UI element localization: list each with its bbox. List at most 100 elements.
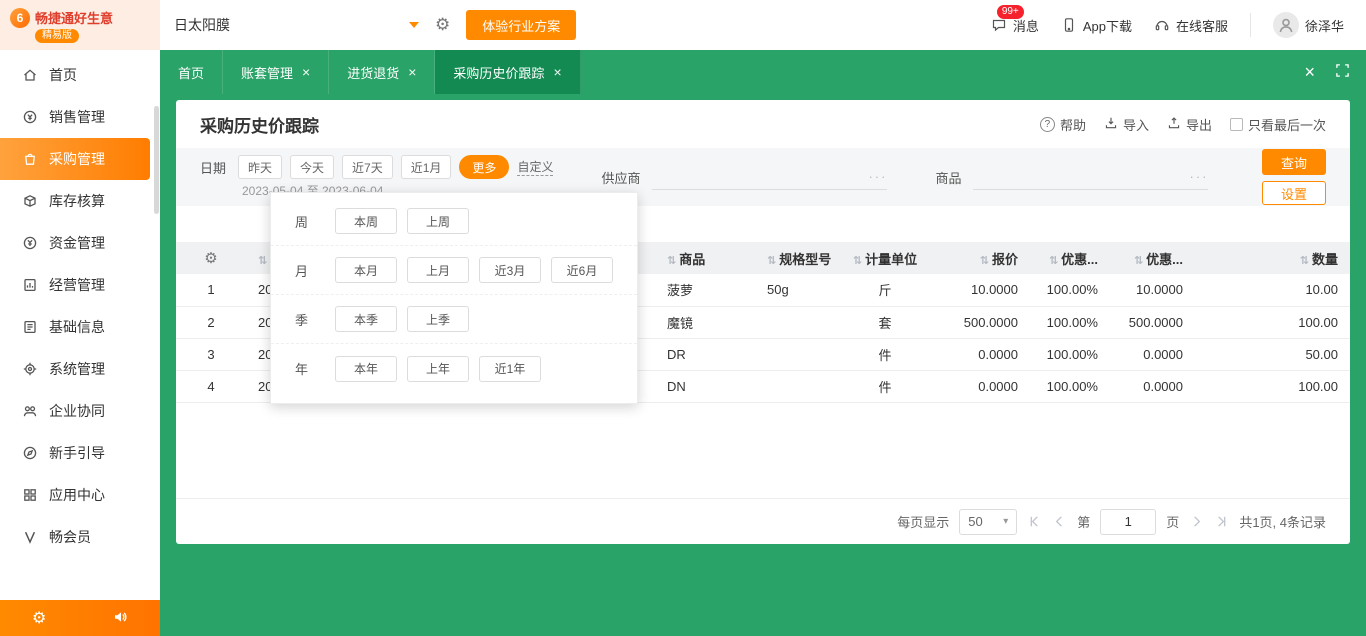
option-last-year[interactable]: 上年 <box>407 356 469 382</box>
ellipsis-icon[interactable]: ··· <box>868 169 887 184</box>
cell-unit: 斤 <box>835 274 935 306</box>
supplier-input[interactable]: ··· <box>652 164 887 190</box>
sidebar-item-funds[interactable]: 资金管理 <box>0 222 160 264</box>
ellipsis-icon[interactable]: ··· <box>1189 169 1208 184</box>
cell-discount-rate: 100.00% <box>1030 338 1110 370</box>
sort-icon[interactable]: ⇅ <box>258 255 267 267</box>
user-menu[interactable]: 徐泽华 <box>1273 12 1344 38</box>
edition-badge: 精易版 <box>35 29 79 43</box>
header-quantity[interactable]: 数量 <box>1312 252 1338 267</box>
date-custom-button[interactable]: 自定义 <box>517 158 553 176</box>
per-page-value: 50 <box>968 514 982 529</box>
option-this-month[interactable]: 本月 <box>335 257 397 283</box>
page-number-input[interactable] <box>1100 509 1156 535</box>
date-more-dropdown: 周 本周 上周 月 本月 上月 近3月 近6月 季 本季 上季 年 <box>270 192 638 404</box>
chevron-down-icon: ▾ <box>1003 516 1008 527</box>
sort-icon[interactable]: ⇅ <box>767 255 776 267</box>
help-button[interactable]: ? 帮助 <box>1040 115 1086 134</box>
header-price[interactable]: 报价 <box>992 252 1018 267</box>
headset-icon <box>1154 17 1170 33</box>
sort-icon[interactable]: ⇅ <box>1049 255 1058 267</box>
option-last-3-months[interactable]: 近3月 <box>479 257 541 283</box>
sound-icon[interactable] <box>112 609 128 628</box>
content-card: 采购历史价跟踪 ? 帮助 导入 <box>176 100 1350 544</box>
import-button[interactable]: 导入 <box>1104 115 1149 134</box>
sort-icon[interactable]: ⇅ <box>667 255 676 267</box>
tab-purchase-history-price[interactable]: 采购历史价跟踪 × <box>435 50 580 94</box>
settings-gear-icon[interactable]: ⚙ <box>435 15 450 35</box>
sidebar-item-sales[interactable]: 销售管理 <box>0 96 160 138</box>
sidebar-item-operations[interactable]: 经营管理 <box>0 264 160 306</box>
sort-icon[interactable]: ⇅ <box>980 255 989 267</box>
option-last-month[interactable]: 上月 <box>407 257 469 283</box>
records-total: 共1页, 4条记录 <box>1239 512 1326 531</box>
product-input[interactable]: ··· <box>973 164 1208 190</box>
operations-chart-icon <box>22 277 38 293</box>
sort-icon[interactable]: ⇅ <box>1134 255 1143 267</box>
sidebar-item-guide[interactable]: 新手引导 <box>0 432 160 474</box>
sort-icon[interactable]: ⇅ <box>1300 255 1309 267</box>
date-quick-today[interactable]: 今天 <box>290 155 334 179</box>
tab-purchase-returns[interactable]: 进货退货 × <box>329 50 435 94</box>
tab-label: 账套管理 <box>241 63 293 82</box>
column-settings-icon[interactable]: ⚙ <box>204 250 217 267</box>
option-last-quarter[interactable]: 上季 <box>407 306 469 332</box>
online-service-button[interactable]: 在线客服 <box>1154 16 1228 35</box>
last-page-button[interactable] <box>1214 514 1229 529</box>
account-select[interactable]: 日太阳膜 <box>174 15 419 35</box>
export-button[interactable]: 导出 <box>1167 115 1212 134</box>
header-discount-rate[interactable]: 优惠... <box>1061 252 1098 267</box>
option-this-week[interactable]: 本周 <box>335 208 397 234</box>
sort-icon[interactable]: ⇅ <box>853 255 862 267</box>
query-button[interactable]: 查询 <box>1262 149 1326 175</box>
close-icon[interactable]: × <box>553 64 561 80</box>
date-quick-last1month[interactable]: 近1月 <box>401 155 452 179</box>
trial-plan-button[interactable]: 体验行业方案 <box>466 10 576 40</box>
sidebar-item-label: 首页 <box>49 65 77 85</box>
bottom-gear-icon[interactable]: ⚙ <box>32 608 46 628</box>
close-icon[interactable]: × <box>302 64 310 80</box>
messages-button[interactable]: 99+ 消息 <box>991 16 1039 35</box>
only-last-checkbox[interactable] <box>1230 118 1243 131</box>
only-last-toggle[interactable]: 只看最后一次 <box>1230 115 1326 134</box>
close-icon[interactable]: × <box>408 64 416 80</box>
sidebar-item-inventory[interactable]: 库存核算 <box>0 180 160 222</box>
tab-home[interactable]: 首页 <box>160 50 223 94</box>
header-unit[interactable]: 计量单位 <box>865 252 917 267</box>
date-more-button[interactable]: 更多 <box>459 155 509 179</box>
tab-account-books[interactable]: 账套管理 × <box>223 50 329 94</box>
option-last-6-months[interactable]: 近6月 <box>551 257 613 283</box>
cell-unit: 件 <box>835 370 935 402</box>
cell-price: 0.0000 <box>935 370 1030 402</box>
sidebar-item-app-center[interactable]: 应用中心 <box>0 474 160 516</box>
date-quick-last7days[interactable]: 近7天 <box>342 155 393 179</box>
export-label: 导出 <box>1186 115 1212 134</box>
next-page-button[interactable] <box>1189 514 1204 529</box>
header-discount-price[interactable]: 优惠... <box>1146 252 1183 267</box>
app-download-button[interactable]: App下载 <box>1061 16 1132 35</box>
fullscreen-icon[interactable] <box>1335 63 1350 81</box>
option-last-week[interactable]: 上周 <box>407 208 469 234</box>
sidebar-item-member[interactable]: 畅会员 <box>0 516 160 558</box>
settings-button[interactable]: 设置 <box>1262 181 1326 205</box>
option-last-1-year[interactable]: 近1年 <box>479 356 541 382</box>
first-page-button[interactable] <box>1027 514 1042 529</box>
per-page-select[interactable]: 50 ▾ <box>959 509 1017 535</box>
sidebar-scrollbar[interactable] <box>154 106 159 214</box>
header-product[interactable]: 商品 <box>679 252 705 267</box>
sidebar-item-label: 经营管理 <box>49 275 105 295</box>
option-this-quarter[interactable]: 本季 <box>335 306 397 332</box>
sidebar-item-home[interactable]: 首页 <box>0 54 160 96</box>
prev-page-button[interactable] <box>1052 514 1067 529</box>
date-quick-yesterday[interactable]: 昨天 <box>238 155 282 179</box>
header-spec[interactable]: 规格型号 <box>779 252 831 267</box>
sidebar-item-system[interactable]: 系统管理 <box>0 348 160 390</box>
sidebar-item-purchase[interactable]: 采购管理 <box>0 138 150 180</box>
cell-price: 0.0000 <box>935 338 1030 370</box>
option-this-year[interactable]: 本年 <box>335 356 397 382</box>
sidebar-item-base-info[interactable]: 基础信息 <box>0 306 160 348</box>
close-all-tabs-icon[interactable]: × <box>1304 62 1315 83</box>
sidebar-item-collaboration[interactable]: 企业协同 <box>0 390 160 432</box>
cell-quantity: 100.00 <box>1195 370 1350 402</box>
cell-discount-price: 0.0000 <box>1110 370 1195 402</box>
